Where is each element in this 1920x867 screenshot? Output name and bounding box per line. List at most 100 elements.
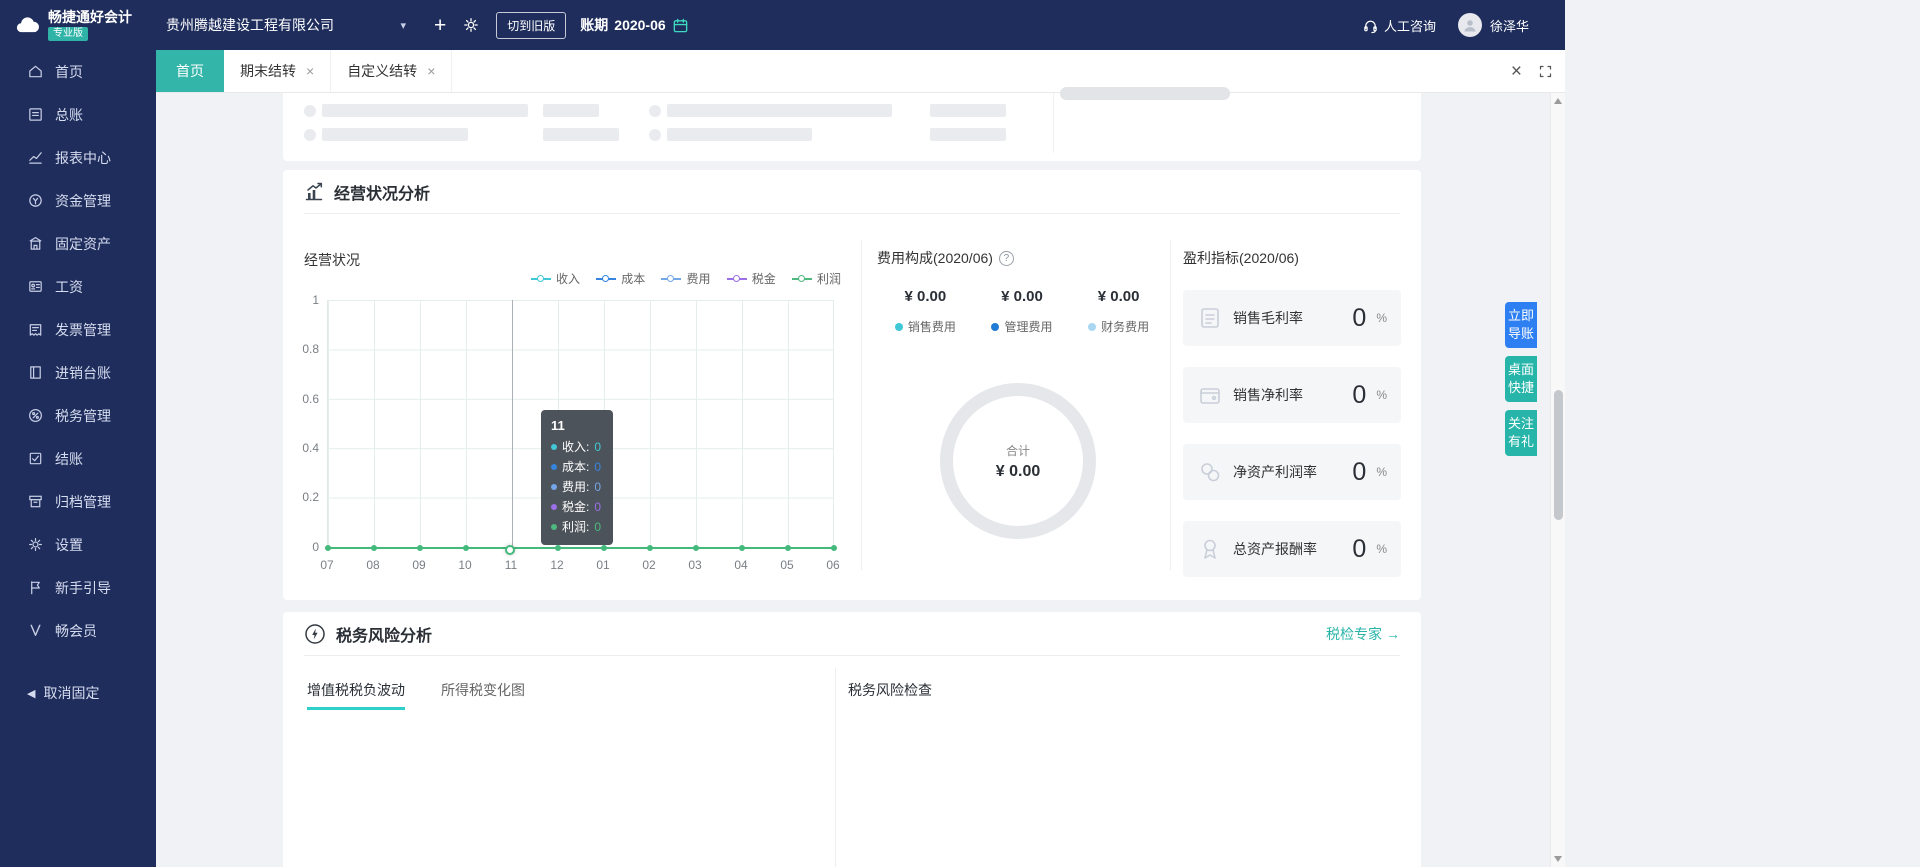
topbar-right: 人工咨询 徐泽华 [1362,13,1565,37]
legend-item-admin-expense[interactable]: 管理费用 [991,318,1052,335]
unpin-icon: ◀ [27,687,36,700]
scroll-down-icon[interactable] [1554,856,1562,862]
data-point [693,545,699,551]
legend-item-income[interactable]: 收入 [531,270,580,287]
skeleton-bar [667,128,812,141]
x-tick: 06 [826,558,840,572]
tooltip-row: 利润0 [551,517,603,537]
help-icon[interactable]: ? [998,250,1014,266]
x-tick: 01 [596,558,610,572]
sidebar-item-closing[interactable]: 结账 [0,437,156,480]
tab-period-end-carryover[interactable]: 期末结转 × [224,50,332,92]
tooltip-title: 11 [551,418,565,433]
gear-icon[interactable] [462,16,480,34]
sidebar-item-tax[interactable]: 税务管理 [0,394,156,437]
x-tick: 10 [458,558,472,572]
fullscreen-icon[interactable] [1538,64,1553,79]
sidebar-item-label: 发票管理 [55,321,111,338]
scrollbar-thumb[interactable] [1554,390,1563,520]
x-tick: 08 [366,558,380,572]
calendar-icon[interactable] [672,17,689,34]
company-selector[interactable]: 贵州腾越建设工程有限公司 ▾ [166,15,406,35]
x-tick: 02 [642,558,656,572]
tab-custom-carryover[interactable]: 自定义结转 × [331,50,453,92]
legend-item-sales-expense[interactable]: 销售费用 [894,318,956,335]
invoice-icon [27,321,44,338]
sidebar-item-archive[interactable]: 归档管理 [0,480,156,523]
profit-section-title: 盈利指标(2020/06) [1183,250,1299,266]
sidebar-item-label: 新手引导 [55,579,111,596]
tab-close-icon[interactable]: × [306,63,314,79]
sidebar-item-member[interactable]: 畅会员 [0,609,156,652]
period-value[interactable]: 2020-06 [614,17,665,33]
legend-item-finance-expense[interactable]: 财务费用 [1088,318,1149,335]
period-label: 账期 [580,17,609,33]
settings-gear-icon [27,536,44,553]
support-label: 人工咨询 [1383,18,1436,34]
switch-old-version-button[interactable]: 切到旧版 [496,11,567,39]
data-point [647,545,653,551]
hovered-data-point [505,545,515,555]
tax-risk-check-title: 税务风险检查 [848,682,932,698]
dot-icon [1088,322,1097,331]
skeleton-pill [1060,87,1230,100]
legend-item-expense[interactable]: 费用 [661,270,710,287]
username[interactable]: 徐泽华 [1490,16,1529,35]
tab-home[interactable]: 首页 [156,50,224,92]
sidebar-item-guide[interactable]: 新手引导 [0,566,156,609]
desktop-shortcut-button[interactable]: 桌面快捷 [1505,356,1537,402]
scroll-up-icon[interactable] [1554,98,1562,104]
sidebar-item-home[interactable]: 首页 [0,50,156,93]
tab-close-icon[interactable]: × [427,63,435,79]
sidebar-item-invoices[interactable]: 发票管理 [0,308,156,351]
metric-return-on-equity: 净资产利润率 0 % [1183,444,1401,500]
x-tick: 03 [688,558,702,572]
sidebar-item-fixed-assets[interactable]: 固定资产 [0,222,156,265]
column-divider [835,668,836,867]
column-divider [861,240,862,570]
data-point [555,545,561,551]
bar-chart-icon [304,182,324,202]
expense-legend: 销售费用 管理费用 财务费用 [877,318,1167,335]
skeleton-bar [930,128,1006,141]
scrollbar[interactable] [1550,93,1565,867]
import-accounts-button[interactable]: 立即导账 [1505,302,1537,348]
data-point [739,545,745,551]
close-icon[interactable]: × [1511,62,1522,81]
tab-income-tax-chart[interactable]: 所得税变化图 [441,680,525,700]
tax-expert-link[interactable]: 税检专家 → [1326,624,1400,644]
expense-amount: ¥ 0.00 [904,288,947,305]
metric-unit: % [1376,388,1387,402]
daybook-icon [27,364,44,381]
data-point [785,545,791,551]
metric-return-on-assets: 总资产报酬率 0 % [1183,521,1401,577]
sidebar-item-settings[interactable]: 设置 [0,523,156,566]
business-card-header: 经营状况分析 [304,170,1400,214]
avatar[interactable] [1457,13,1482,37]
sidebar-item-label: 结账 [55,450,83,467]
skeleton-bar [543,128,619,141]
data-point [831,545,837,551]
tab-vat-fluctuation[interactable]: 增值税税负波动 [307,680,405,710]
business-status-card: 经营状况分析 经营状况 收入 成本 费用 税金 利润 1 0.8 0.6 0.4… [283,170,1421,600]
unpin-sidebar-button[interactable]: ◀ 取消固定 [27,683,99,703]
sidebar-item-salary[interactable]: 工资 [0,265,156,308]
legend-item-tax[interactable]: 税金 [726,270,776,287]
closing-icon [27,450,44,467]
add-icon[interactable]: + [434,15,446,36]
sidebar-item-label: 固定资产 [55,235,111,252]
sidebar-item-daybook[interactable]: 进销台账 [0,351,156,394]
x-tick: 04 [734,558,748,572]
sidebar-item-report-center[interactable]: 报表中心 [0,136,156,179]
skeleton-dot [304,129,316,141]
metric-value: 0 [1352,534,1367,563]
sidebar-item-funds[interactable]: 资金管理 [0,179,156,222]
support-link[interactable]: 人工咨询 [1362,16,1436,35]
legend-item-cost[interactable]: 成本 [596,270,645,287]
metric-value: 0 [1352,457,1367,486]
sidebar-item-general-ledger[interactable]: 总账 [0,93,156,136]
donut-center-label: 合计 [1005,443,1030,458]
follow-gift-button[interactable]: 关注有礼 [1505,410,1537,456]
accounting-period: 账期 2020-06 [580,15,688,35]
legend-item-profit[interactable]: 利润 [791,270,841,287]
